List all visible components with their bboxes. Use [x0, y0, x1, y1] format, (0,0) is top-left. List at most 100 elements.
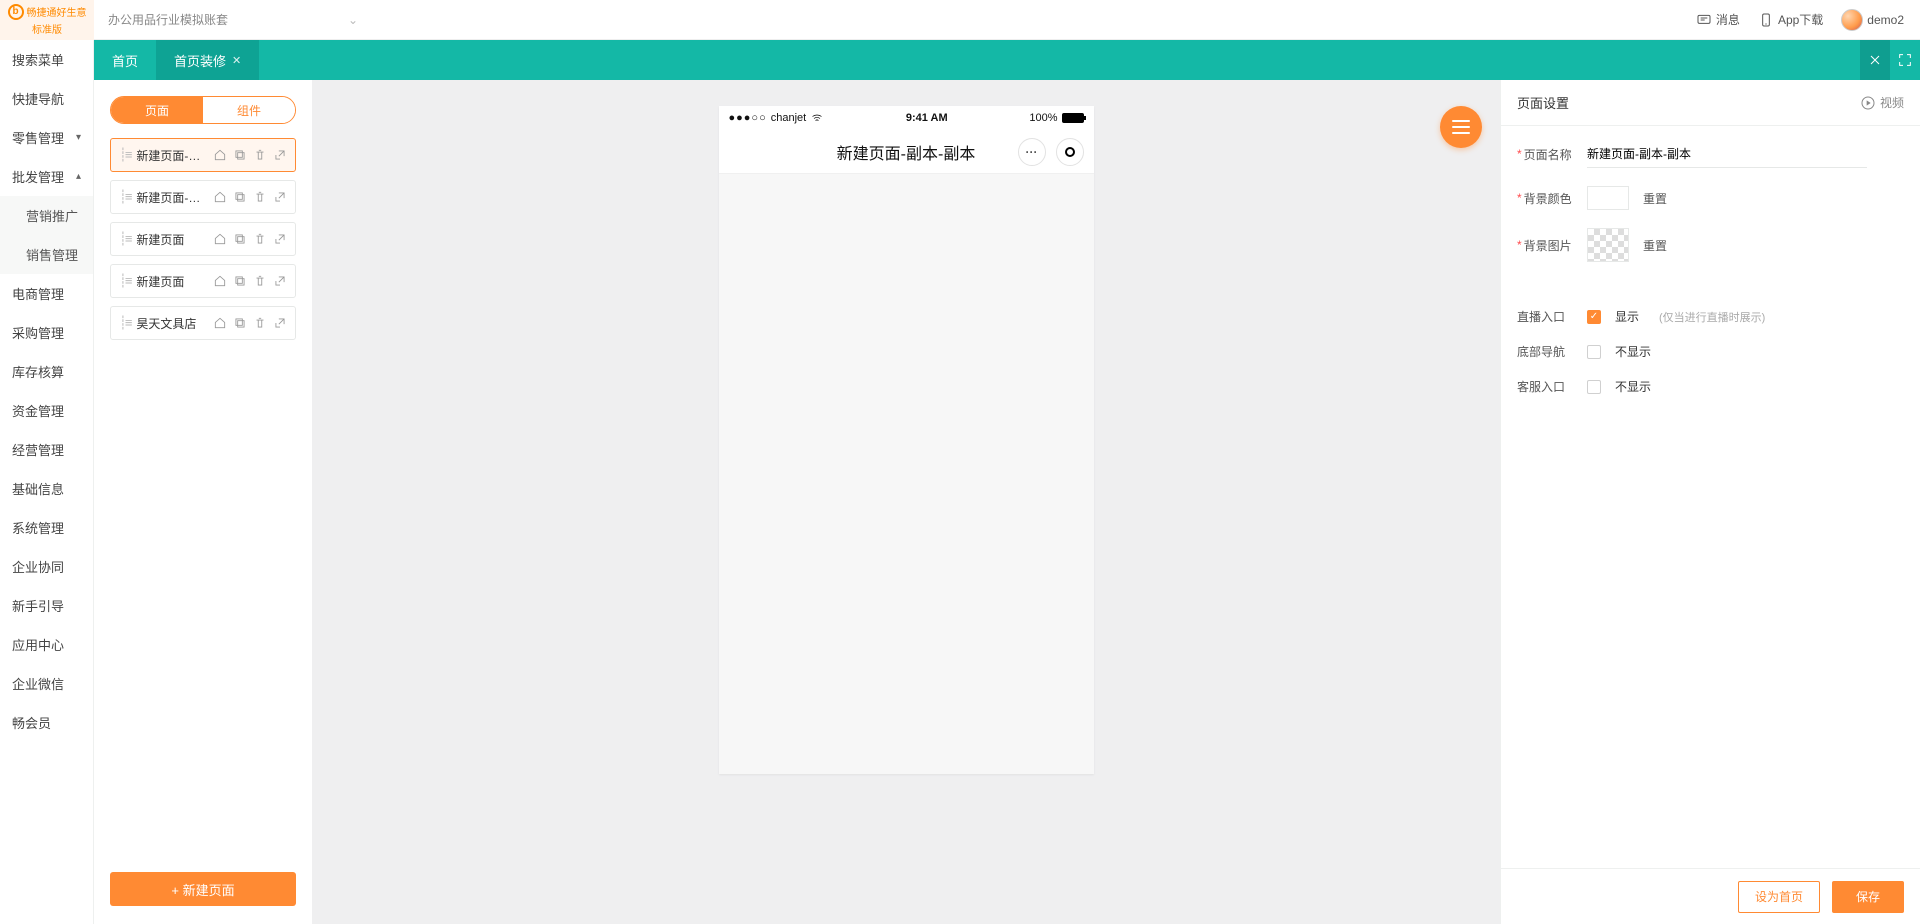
copy-icon[interactable] — [233, 148, 247, 162]
page-card[interactable]: ┊≡ 新建页面-副本... — [110, 138, 296, 172]
phone-body[interactable] — [719, 174, 1094, 774]
account-label: 办公用品行业模拟账套 — [108, 11, 228, 28]
sidebar-sub-marketing[interactable]: 营销推广 — [0, 196, 93, 235]
reset-image[interactable]: 重置 — [1643, 237, 1667, 254]
page-card[interactable]: ┊≡ 新建页面 — [110, 264, 296, 298]
field-page-name: *页面名称 — [1517, 140, 1904, 168]
sidebar-item-operation[interactable]: 经营管理 — [0, 430, 93, 469]
right-panel: 页面设置 视频 *页面名称 *背景颜色 — [1500, 80, 1920, 924]
sidebar-item-inventory[interactable]: 库存核算 — [0, 352, 93, 391]
sidebar-item-system[interactable]: 系统管理 — [0, 508, 93, 547]
page-name: 新建页面-副本 — [136, 189, 207, 206]
sidebar: 搜索菜单 快捷导航 零售管理▾ 批发管理▴ 营销推广 销售管理 电商管理 采购管… — [0, 40, 94, 924]
copy-icon[interactable] — [233, 274, 247, 288]
set-home-button[interactable]: 设为首页 — [1738, 881, 1820, 913]
clock: 9:41 AM — [824, 112, 1029, 124]
checkbox-service[interactable] — [1587, 380, 1601, 394]
sidebar-item-wecom[interactable]: 企业微信 — [0, 664, 93, 703]
home-icon[interactable] — [213, 316, 227, 330]
sidebar-item-funds[interactable]: 资金管理 — [0, 391, 93, 430]
share-icon[interactable] — [273, 190, 287, 204]
delete-icon[interactable] — [253, 274, 267, 288]
page-card[interactable]: ┊≡ 昊天文具店 — [110, 306, 296, 340]
sidebar-item-basic[interactable]: 基础信息 — [0, 469, 93, 508]
image-swatch[interactable] — [1587, 228, 1629, 262]
tab-home[interactable]: 首页 — [94, 40, 156, 80]
more-icon[interactable]: ··· — [1018, 138, 1046, 166]
page-name: 新建页面-副本... — [136, 147, 207, 164]
delete-icon[interactable] — [253, 148, 267, 162]
field-bg-image: *背景图片 重置 — [1517, 228, 1904, 262]
checkbox-live[interactable]: ✓ — [1587, 310, 1601, 324]
sidebar-item-retail[interactable]: 零售管理▾ — [0, 118, 93, 157]
sidebar-item-ecommerce[interactable]: 电商管理 — [0, 274, 93, 313]
delete-icon[interactable] — [253, 316, 267, 330]
share-icon[interactable] — [273, 316, 287, 330]
drag-icon[interactable]: ┊≡ — [119, 189, 130, 205]
logo-icon: b — [8, 4, 24, 20]
drag-icon[interactable]: ┊≡ — [119, 231, 130, 247]
home-icon[interactable] — [213, 274, 227, 288]
home-icon[interactable] — [213, 190, 227, 204]
save-button[interactable]: 保存 — [1832, 881, 1904, 913]
page-name-input[interactable] — [1587, 140, 1867, 168]
tab-decorate[interactable]: 首页装修 ✕ — [156, 40, 259, 80]
page-card[interactable]: ┊≡ 新建页面 — [110, 222, 296, 256]
carrier-label: chanjet — [771, 112, 806, 124]
color-swatch[interactable] — [1587, 186, 1629, 210]
caret-up-icon: ▴ — [76, 171, 81, 182]
home-icon[interactable] — [213, 232, 227, 246]
share-icon[interactable] — [273, 274, 287, 288]
sidebar-item-collab[interactable]: 企业协同 — [0, 547, 93, 586]
signal-icon: ●●●○○ — [729, 112, 767, 124]
tabs-close-all[interactable] — [1860, 40, 1890, 80]
home-icon[interactable] — [213, 148, 227, 162]
canvas: ●●●○○ chanjet 9:41 AM 100% 新建页面-副本- — [312, 80, 1500, 924]
status-bar: ●●●○○ chanjet 9:41 AM 100% — [719, 106, 1094, 130]
drag-icon[interactable]: ┊≡ — [119, 315, 130, 331]
delete-icon[interactable] — [253, 190, 267, 204]
sidebar-sub-sales[interactable]: 销售管理 — [0, 235, 93, 274]
add-page-label: + 新建页面 — [171, 880, 234, 899]
messages-button[interactable]: 消息 — [1696, 11, 1740, 28]
video-help-button[interactable]: 视频 — [1860, 94, 1904, 111]
account-select[interactable]: 办公用品行业模拟账套 ⌄ — [108, 11, 358, 28]
field-service-entry: 客服入口 不显示 — [1517, 378, 1904, 395]
logo[interactable]: b 畅捷通好生意 标准版 — [0, 0, 94, 40]
page-card[interactable]: ┊≡ 新建页面-副本 — [110, 180, 296, 214]
floating-menu-button[interactable] — [1440, 106, 1482, 148]
seg-component[interactable]: 组件 — [203, 97, 295, 123]
phone-icon — [1758, 12, 1774, 28]
battery-icon — [1062, 113, 1084, 123]
copy-icon[interactable] — [233, 232, 247, 246]
close-icon[interactable]: ✕ — [232, 54, 241, 67]
wifi-icon — [810, 112, 824, 124]
sidebar-item-purchase[interactable]: 采购管理 — [0, 313, 93, 352]
sidebar-item-search[interactable]: 搜索菜单 — [0, 40, 93, 79]
sidebar-item-quicknav[interactable]: 快捷导航 — [0, 79, 93, 118]
tabs-fullscreen[interactable] — [1890, 40, 1920, 80]
avatar-icon — [1841, 9, 1863, 31]
drag-icon[interactable]: ┊≡ — [119, 273, 130, 289]
seg-page[interactable]: 页面 — [111, 97, 203, 123]
target-icon[interactable] — [1056, 138, 1084, 166]
reset-color[interactable]: 重置 — [1643, 190, 1667, 207]
share-icon[interactable] — [273, 232, 287, 246]
sidebar-item-guide[interactable]: 新手引导 — [0, 586, 93, 625]
share-icon[interactable] — [273, 148, 287, 162]
sidebar-item-member[interactable]: 畅会员 — [0, 703, 93, 742]
drag-icon[interactable]: ┊≡ — [119, 147, 130, 163]
copy-icon[interactable] — [233, 190, 247, 204]
left-panel: 页面 组件 ┊≡ 新建页面-副本... — [94, 80, 312, 924]
add-page-button[interactable]: + 新建页面 — [110, 872, 296, 906]
copy-icon[interactable] — [233, 316, 247, 330]
user-menu[interactable]: demo2 — [1841, 9, 1904, 31]
app-download-button[interactable]: App下载 — [1758, 11, 1823, 28]
sidebar-item-wholesale[interactable]: 批发管理▴ — [0, 157, 93, 196]
delete-icon[interactable] — [253, 232, 267, 246]
page-title: 新建页面-副本-副本 — [837, 140, 976, 164]
page-list: ┊≡ 新建页面-副本... ┊≡ 新建页面-副本 — [110, 138, 296, 340]
sidebar-item-appcenter[interactable]: 应用中心 — [0, 625, 93, 664]
checkbox-bottom-nav[interactable] — [1587, 345, 1601, 359]
page-name: 昊天文具店 — [136, 315, 207, 332]
